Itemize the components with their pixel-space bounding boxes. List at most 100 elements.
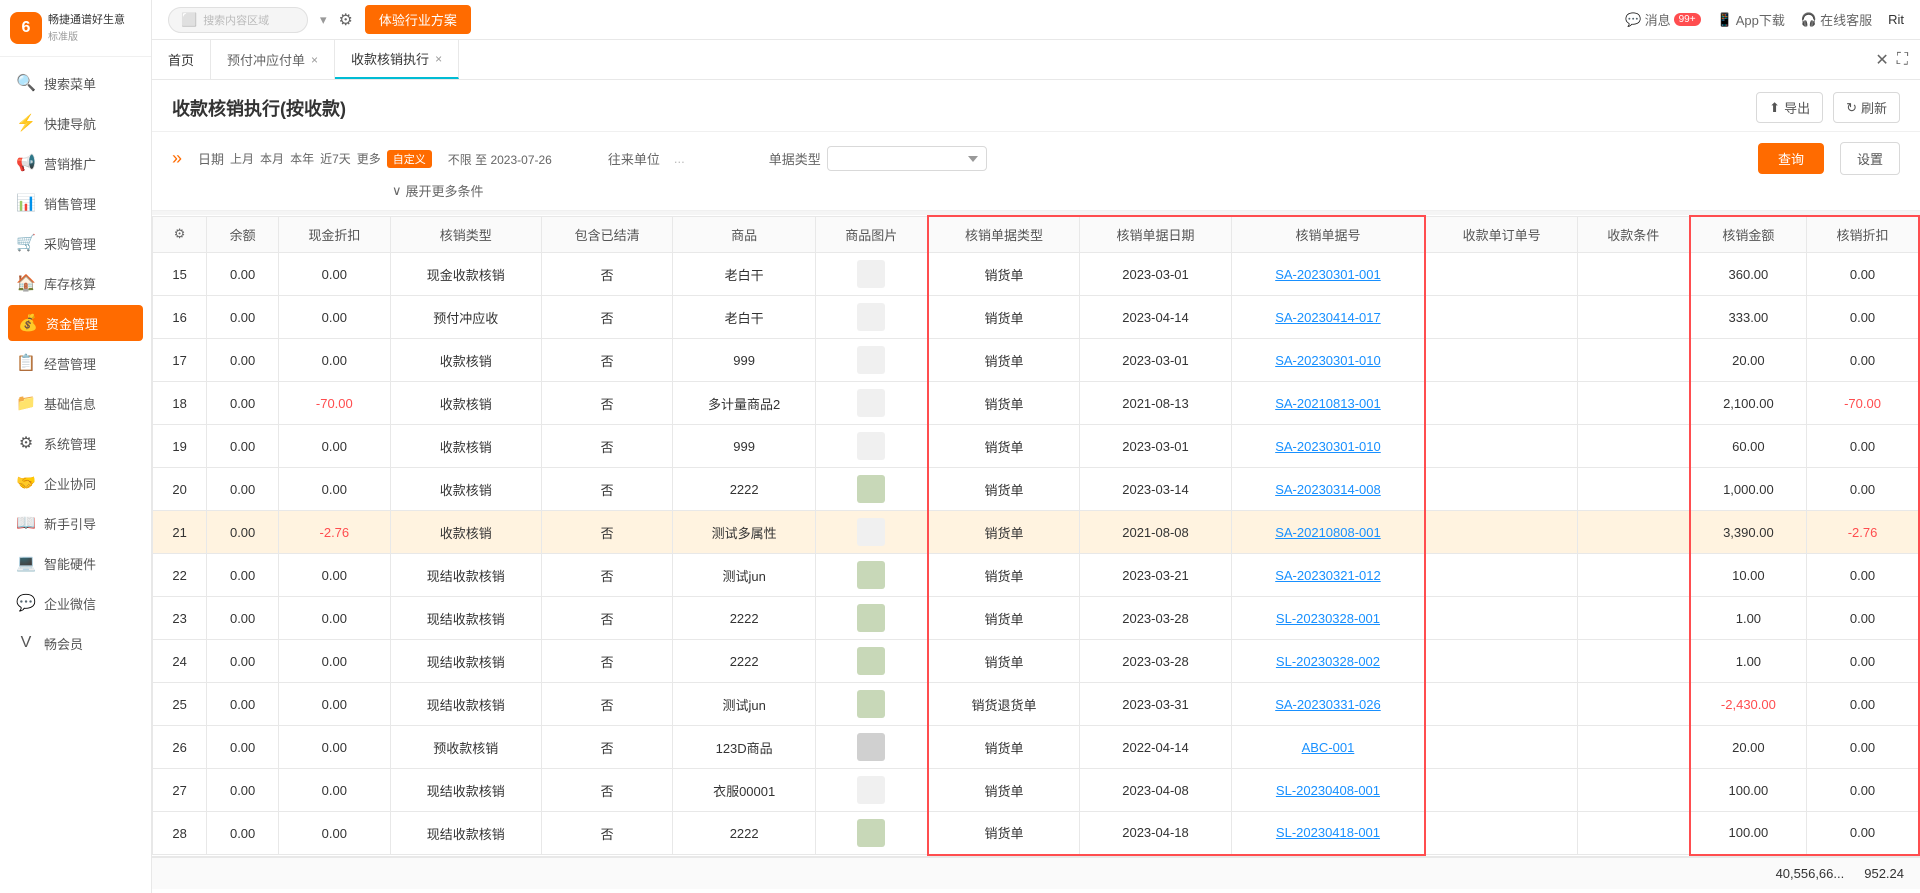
cell-cancel_amount: 20.00 (1690, 339, 1807, 382)
chevron-down-icon[interactable]: ▾ (320, 12, 327, 28)
sidebar-item-3[interactable]: 📊 销售管理 (0, 183, 151, 223)
cell-bill_no[interactable]: SA-20230321-012 (1231, 554, 1425, 597)
cell-balance: 0.00 (207, 769, 279, 812)
cell-goods_img (815, 511, 927, 554)
table-row: 250.000.00现结收款核销否测试jun销货退货单2023-03-31SA-… (153, 683, 1920, 726)
gear-icon[interactable]: ⚙ (339, 10, 353, 30)
cell-bill_no[interactable]: ABC-001 (1231, 726, 1425, 769)
cell-bill_no[interactable]: SA-20230331-026 (1231, 683, 1425, 726)
date-this-month[interactable]: 本月 (260, 150, 284, 167)
user-label[interactable]: Rit (1888, 12, 1904, 27)
filter-expand-icon[interactable]: » (172, 148, 182, 169)
settings-button[interactable]: 设置 (1840, 142, 1900, 175)
sidebar-item-2[interactable]: 📢 营销推广 (0, 143, 151, 183)
bill-no-link[interactable]: SL-20230328-002 (1276, 654, 1380, 669)
bill-no-link[interactable]: SA-20230301-010 (1275, 353, 1381, 368)
cell-cancel_amount: 1.00 (1690, 597, 1807, 640)
sidebar-item-8[interactable]: 📁 基础信息 (0, 383, 151, 423)
date-7days[interactable]: 近7天 (320, 150, 351, 167)
tab-close-1[interactable]: × (311, 53, 318, 67)
cell-receipt_condition (1577, 640, 1689, 683)
cell-id: 28 (153, 812, 207, 855)
bill-type-select[interactable] (827, 146, 987, 171)
expand-conditions-btn[interactable]: ∨ 展开更多条件 (392, 181, 484, 200)
sidebar-item-7[interactable]: 📋 经营管理 (0, 343, 151, 383)
cell-bill_type: 销货单 (928, 597, 1080, 640)
sidebar-item-12[interactable]: 💻 智能硬件 (0, 543, 151, 583)
cell-cash_discount: -2.76 (279, 511, 391, 554)
cell-bill_no[interactable]: SL-20230418-001 (1231, 812, 1425, 855)
query-button[interactable]: 查询 (1758, 143, 1824, 174)
bill-no-link[interactable]: SA-20230321-012 (1275, 568, 1381, 583)
bill-no-link[interactable]: SA-20230301-010 (1275, 439, 1381, 454)
cell-bill_no[interactable]: SA-20230301-010 (1231, 339, 1425, 382)
logo-badge: 标准版 (48, 28, 125, 43)
maximize-icon[interactable]: ⛶ (1897, 51, 1908, 69)
cell-bill_no[interactable]: SA-20210813-001 (1231, 382, 1425, 425)
industry-solution-button[interactable]: 体验行业方案 (365, 5, 471, 34)
message-area[interactable]: 💬 消息 99+ (1625, 10, 1700, 29)
cell-bill_no[interactable]: SA-20230301-001 (1231, 253, 1425, 296)
cell-cancel_amount: 1,000.00 (1690, 468, 1807, 511)
date-last-month[interactable]: 上月 (230, 150, 254, 167)
cell-goods_img (815, 597, 927, 640)
sidebar-item-13[interactable]: 💬 企业微信 (0, 583, 151, 623)
online-support-link[interactable]: 🎧 在线客服 (1801, 10, 1872, 29)
cell-bill_no[interactable]: SA-20230301-010 (1231, 425, 1425, 468)
cell-bill_no[interactable]: SL-20230328-001 (1231, 597, 1425, 640)
cell-bill_type: 销货单 (928, 812, 1080, 855)
tab-0[interactable]: 首页 (152, 40, 211, 79)
cell-bill_no[interactable]: SL-20230408-001 (1231, 769, 1425, 812)
bill-no-link[interactable]: SL-20230418-001 (1276, 825, 1380, 840)
sidebar-item-6[interactable]: 💰 资金管理 (8, 305, 143, 341)
custom-date-tag[interactable]: 自定义 (387, 150, 432, 168)
export-button[interactable]: ⬆ 导出 (1756, 92, 1823, 123)
bill-no-link[interactable]: SL-20230328-001 (1276, 611, 1380, 626)
cell-bill_no[interactable]: SA-20210808-001 (1231, 511, 1425, 554)
sidebar-icon-0: 🔍 (16, 73, 36, 93)
app-download-link[interactable]: 📱 App下载 (1717, 10, 1785, 29)
tab-2[interactable]: 收款核销执行× (335, 40, 459, 79)
close-window-icon[interactable]: ✕ (1875, 50, 1888, 70)
bill-no-link[interactable]: SA-20230301-001 (1275, 267, 1381, 282)
cell-bill_no[interactable]: SA-20230314-008 (1231, 468, 1425, 511)
sidebar-item-1[interactable]: ⚡ 快捷导航 (0, 103, 151, 143)
bill-no-link[interactable]: ABC-001 (1302, 740, 1355, 755)
date-this-year[interactable]: 本年 (290, 150, 314, 167)
bill-no-link[interactable]: SL-20230408-001 (1276, 783, 1380, 798)
sidebar-item-11[interactable]: 📖 新手引导 (0, 503, 151, 543)
message-badge: 99+ (1674, 13, 1701, 26)
cell-goods: 2222 (673, 812, 815, 855)
refresh-button[interactable]: ↻ 刷新 (1833, 92, 1900, 123)
cell-bill_date: 2023-03-21 (1080, 554, 1231, 597)
cell-bill_no[interactable]: SA-20230414-017 (1231, 296, 1425, 339)
tab-close-2[interactable]: × (435, 52, 442, 66)
sidebar-item-9[interactable]: ⚙ 系统管理 (0, 423, 151, 463)
sidebar-item-4[interactable]: 🛒 采购管理 (0, 223, 151, 263)
online-support-label: 在线客服 (1820, 10, 1872, 29)
cell-receipt_order_no (1425, 296, 1577, 339)
date-more[interactable]: 更多 (357, 150, 381, 167)
cell-include_settled: 否 (541, 296, 672, 339)
sidebar-item-14[interactable]: V 畅会员 (0, 623, 151, 663)
tab-1[interactable]: 预付冲应付单× (211, 40, 335, 79)
bill-no-link[interactable]: SA-20230314-008 (1275, 482, 1381, 497)
cell-bill_date: 2023-04-08 (1080, 769, 1231, 812)
sidebar-icon-8: 📁 (16, 393, 36, 413)
bill-no-link[interactable]: SA-20230414-017 (1275, 310, 1381, 325)
date-range-display: 不限 至 2023-07-26 (448, 151, 552, 168)
cell-balance: 0.00 (207, 726, 279, 769)
bill-no-link[interactable]: SA-20210808-001 (1275, 525, 1381, 540)
cell-goods: 123D商品 (673, 726, 815, 769)
settings-col-icon[interactable]: ⚙ (174, 226, 186, 241)
bill-no-link[interactable]: SA-20210813-001 (1275, 396, 1381, 411)
cell-goods_img (815, 683, 927, 726)
cell-cancel_amount: 10.00 (1690, 554, 1807, 597)
sidebar-item-10[interactable]: 🤝 企业协同 (0, 463, 151, 503)
cell-balance: 0.00 (207, 511, 279, 554)
bill-no-link[interactable]: SA-20230331-026 (1275, 697, 1381, 712)
sidebar-item-0[interactable]: 🔍 搜索菜单 (0, 63, 151, 103)
cell-bill_no[interactable]: SL-20230328-002 (1231, 640, 1425, 683)
sidebar: 6 畅捷通谱好生意 标准版 🔍 搜索菜单 ⚡ 快捷导航 📢 营销推广 📊 销售管… (0, 0, 152, 893)
sidebar-item-5[interactable]: 🏠 库存核算 (0, 263, 151, 303)
